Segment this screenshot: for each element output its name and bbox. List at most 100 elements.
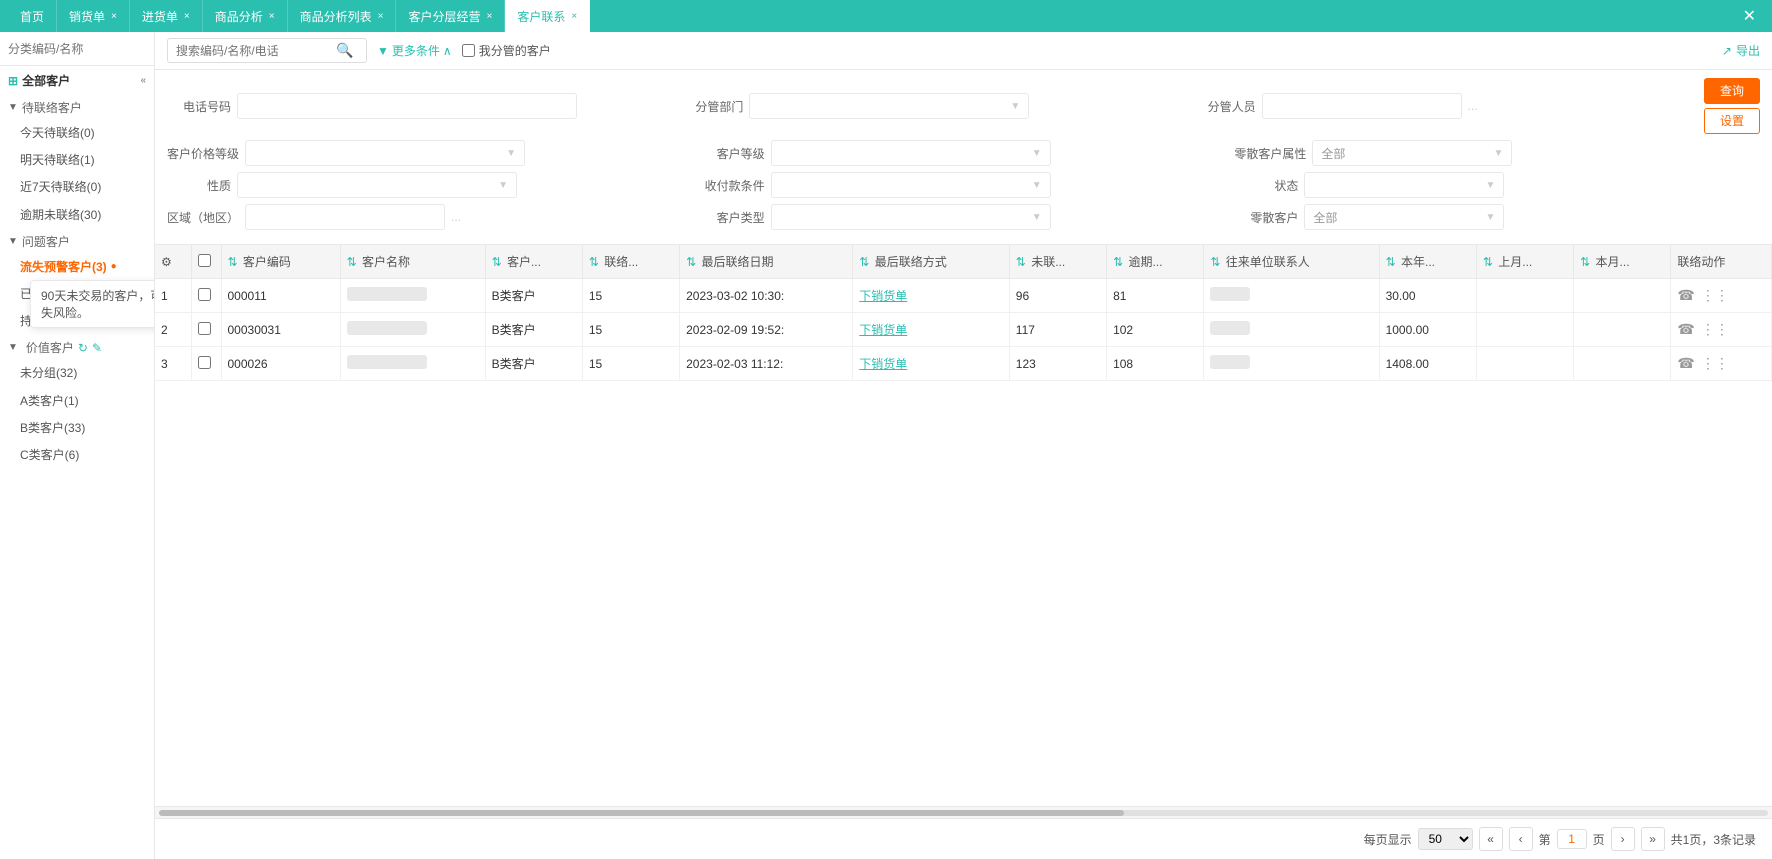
cell-checkbox[interactable] [191, 313, 221, 347]
my-customers-checkbox-label[interactable]: 我分管的客户 [462, 42, 551, 59]
th-current-year[interactable]: ⇅ 本年... [1379, 245, 1476, 279]
close-product-analysis-list-tab[interactable]: × [378, 11, 384, 22]
close-customer-contact-tab[interactable]: × [571, 11, 577, 22]
row-checkbox[interactable] [198, 322, 211, 335]
sidebar-item-a-tier[interactable]: A类客户(1) [0, 388, 154, 415]
contact-method-link[interactable]: 下销货单 [859, 357, 907, 371]
filter-field-payment: 收付款条件 ▼ [701, 172, 1227, 198]
th-contact-count[interactable]: ⇅ 联络... [582, 245, 679, 279]
row-checkbox[interactable] [198, 356, 211, 369]
tab-customer-tier[interactable]: 客户分层经营 × [396, 0, 505, 32]
action-contact-icon[interactable]: ☎ [1677, 355, 1694, 372]
cell-action[interactable]: ☎ ⋮⋮ [1671, 347, 1772, 381]
price-tier-select[interactable]: ▼ [245, 140, 525, 166]
search-button[interactable]: 🔍 [336, 42, 353, 59]
manager-input[interactable] [1262, 93, 1462, 119]
tab-customer-contact[interactable]: 客户联系 × [505, 0, 590, 32]
manager-dots[interactable]: ... [1462, 99, 1484, 113]
pending-contact-section[interactable]: ▼ 待联络客户 [0, 95, 154, 120]
nature-select[interactable]: ▼ [237, 172, 517, 198]
th-type[interactable]: ⇅ 客户... [485, 245, 582, 279]
tab-product-analysis-list[interactable]: 商品分析列表 × [288, 0, 397, 32]
tab-home[interactable]: 首页 [8, 0, 57, 32]
row-checkbox[interactable] [198, 288, 211, 301]
cell-last-contact-method[interactable]: 下销货单 [853, 347, 1010, 381]
cell-checkbox[interactable] [191, 347, 221, 381]
export-button[interactable]: ↗ 导出 [1722, 42, 1760, 59]
sidebar-item-week-contact[interactable]: 近7天待联络(0) [0, 174, 154, 201]
next-page-btn[interactable]: › [1611, 827, 1635, 851]
region-dots[interactable]: ... [445, 210, 467, 224]
contact-method-link[interactable]: 下销货单 [859, 323, 907, 337]
contact-method-link[interactable]: 下销货单 [859, 289, 907, 303]
horizontal-scrollbar[interactable] [155, 806, 1772, 818]
close-product-analysis-tab[interactable]: × [269, 11, 275, 22]
select-all-checkbox[interactable] [198, 254, 211, 267]
sidebar-item-c-tier[interactable]: C类客户(6) [0, 442, 154, 469]
action-more-icon[interactable]: ⋮⋮ [1701, 355, 1729, 372]
cell-last-contact-method[interactable]: 下销货单 [853, 313, 1010, 347]
cell-action[interactable]: ☎ ⋮⋮ [1671, 313, 1772, 347]
status-select[interactable]: ▼ [1304, 172, 1504, 198]
zero-customer-select[interactable]: 全部 ▼ [1304, 204, 1504, 230]
sidebar-search-input[interactable] [8, 42, 155, 56]
th-name[interactable]: ⇅ 客户名称 [340, 245, 485, 279]
collapse-sidebar-btn[interactable]: « [140, 75, 146, 86]
th-overdue[interactable]: ⇅ 逾期... [1107, 245, 1204, 279]
value-customers-section[interactable]: ▼ 价值客户 ↻ ✎ [0, 335, 154, 360]
close-customer-tier-tab[interactable]: × [486, 11, 492, 22]
action-contact-icon[interactable]: ☎ [1677, 287, 1694, 304]
problem-customers-section[interactable]: ▼ 问题客户 [0, 229, 154, 254]
th-settings[interactable]: ⚙ [155, 245, 191, 279]
customer-type-label: 客户类型 [701, 209, 771, 226]
th-last-month[interactable]: ⇅ 上月... [1476, 245, 1573, 279]
sidebar-item-churn-warning[interactable]: 流失预警客户(3) ● [0, 254, 154, 281]
action-more-icon[interactable]: ⋮⋮ [1701, 321, 1729, 338]
cell-last-contact-method[interactable]: 下销货单 [853, 279, 1010, 313]
all-customers-header[interactable]: ⊞ 全部客户 « [0, 66, 154, 95]
phone-input[interactable] [237, 93, 577, 119]
cell-checkbox[interactable] [191, 279, 221, 313]
th-uncontacted[interactable]: ⇅ 未联... [1009, 245, 1106, 279]
th-last-contact-method[interactable]: ⇅ 最后联络方式 [853, 245, 1010, 279]
value-customers-refresh-icon[interactable]: ↻ [78, 341, 88, 355]
region-input[interactable] [245, 204, 445, 230]
action-contact-icon[interactable]: ☎ [1677, 321, 1694, 338]
page-number-input[interactable] [1557, 829, 1587, 849]
settings-button[interactable]: 设置 [1704, 108, 1760, 134]
prev-page-btn[interactable]: ‹ [1509, 827, 1533, 851]
action-more-icon[interactable]: ⋮⋮ [1701, 287, 1729, 304]
query-button[interactable]: 查询 [1704, 78, 1760, 104]
sidebar-item-today-contact[interactable]: 今天待联络(0) [0, 120, 154, 147]
th-current-month[interactable]: ⇅ 本月... [1574, 245, 1671, 279]
cell-action[interactable]: ☎ ⋮⋮ [1671, 279, 1772, 313]
sidebar-item-ungrouped[interactable]: 未分组(32) [0, 360, 154, 387]
payment-select[interactable]: ▼ [771, 172, 1051, 198]
close-purchase-tab[interactable]: × [184, 11, 190, 22]
dept-select[interactable]: ▼ [749, 93, 1029, 119]
scroll-thumb[interactable] [159, 810, 1124, 816]
sidebar-item-b-tier[interactable]: B类客户(33) [0, 415, 154, 442]
search-input[interactable] [176, 44, 336, 58]
tab-purchase[interactable]: 进货单 × [130, 0, 203, 32]
sidebar-item-tomorrow-contact[interactable]: 明天待联络(1) [0, 147, 154, 174]
first-page-btn[interactable]: « [1479, 827, 1503, 851]
th-last-contact-date[interactable]: ⇅ 最后联络日期 [680, 245, 853, 279]
th-contact-person[interactable]: ⇅ 往来单位联系人 [1204, 245, 1379, 279]
tab-product-analysis[interactable]: 商品分析 × [203, 0, 288, 32]
payment-arrow: ▼ [1032, 180, 1042, 191]
value-customers-edit-icon[interactable]: ✎ [92, 341, 102, 355]
more-conditions-btn[interactable]: ▼ 更多条件 ∧ [377, 42, 452, 59]
tab-sales[interactable]: 销货单 × [57, 0, 130, 32]
customer-tier-select[interactable]: ▼ [771, 140, 1051, 166]
th-code[interactable]: ⇅ 客户编码 [221, 245, 340, 279]
zero-attr-select[interactable]: 全部 ▼ [1312, 140, 1512, 166]
filter-field-customer-tier: 客户等级 ▼ [701, 140, 1227, 166]
sidebar-item-overdue-contact[interactable]: 逾期未联络(30) [0, 202, 154, 229]
my-customers-checkbox[interactable] [462, 44, 475, 57]
per-page-select[interactable]: 50 100 200 [1418, 828, 1473, 850]
last-page-btn[interactable]: » [1641, 827, 1665, 851]
customer-type-select[interactable]: ▼ [771, 204, 1051, 230]
close-sales-tab[interactable]: × [111, 11, 117, 22]
window-close-button[interactable]: ✕ [1735, 6, 1764, 26]
